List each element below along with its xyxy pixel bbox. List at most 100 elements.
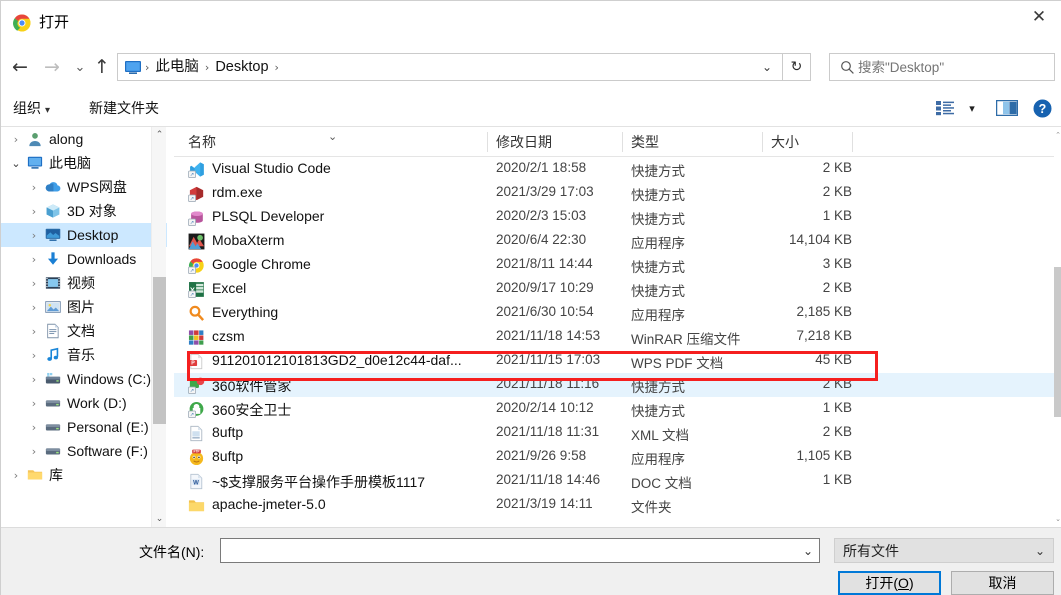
breadcrumb[interactable]: › 此电脑 › Desktop › ⌄ (117, 53, 783, 81)
sidebar-item-desktop[interactable]: ›Desktop (1, 223, 167, 247)
scroll-down-icon[interactable]: ⌄ (152, 511, 167, 527)
scroll-up-icon[interactable]: ⌃ (152, 127, 167, 143)
open-button[interactable]: 打开(O) (838, 571, 941, 595)
file-size-cell: 2 KB (734, 424, 852, 439)
preview-pane-icon[interactable] (995, 97, 1019, 119)
cancel-button[interactable]: 取消 (951, 571, 1054, 595)
drive-icon (43, 443, 63, 459)
sidebar-item-wps[interactable]: ›WPS网盘 (1, 175, 167, 199)
sidebar-item-[interactable]: ›库 (1, 463, 167, 487)
sidebar-item-work-d[interactable]: › Work (D:) (1, 391, 167, 415)
forward-icon[interactable]: → (39, 55, 65, 79)
file-type-filter[interactable]: 所有文件 ⌄ (834, 538, 1054, 563)
sidebar-item-3d[interactable]: ›3D 对象 (1, 199, 167, 223)
file-date-cell: 2021/11/18 14:53 (496, 328, 600, 343)
table-row[interactable]: apache-jmeter-5.02021/3/19 14:11文件夹 (174, 493, 1054, 517)
file-name-cell: Excel (212, 280, 246, 296)
sidebar-item-[interactable]: ›视频 (1, 271, 167, 295)
help-icon[interactable]: ? (1031, 97, 1053, 119)
view-options-icon[interactable] (934, 97, 958, 119)
file-type-cell: 快捷方式 (631, 256, 685, 276)
sidebar-item-[interactable]: ›音乐 (1, 343, 167, 367)
file-name-cell: apache-jmeter-5.0 (212, 496, 326, 512)
file-list-scrollbar[interactable]: ⌃ ⌄ (1054, 127, 1061, 527)
view-dropdown-icon[interactable]: ▾ (963, 97, 981, 119)
chevron-right-icon[interactable]: › (25, 373, 43, 386)
sidebar-item-along[interactable]: › along (1, 127, 167, 151)
sidebar-item-label: Work (D:) (63, 395, 127, 411)
chevron-right-icon[interactable]: › (25, 205, 43, 218)
chevron-right-icon[interactable]: › (25, 445, 43, 458)
sidebar-item-windows-c[interactable]: ›Windows (C:) (1, 367, 167, 391)
column-header-type[interactable]: 类型 (631, 133, 659, 151)
file-scroll-up-icon[interactable]: ⌃ (1054, 129, 1061, 141)
chevron-right-icon[interactable]: › (25, 421, 43, 434)
organize-button[interactable]: 组织▾ (13, 98, 50, 121)
chevron-right-icon[interactable]: › (25, 397, 43, 410)
table-row[interactable]: W~$支撑服务平台操作手册模板11172021/11/18 14:46DOC 文… (174, 469, 1054, 493)
breadcrumb-item-0[interactable]: 此电脑 (150, 58, 204, 76)
table-row[interactable]: ↗Visual Studio Code2020/2/1 18:58快捷方式2 K… (174, 157, 1054, 181)
column-header-size[interactable]: 大小 (771, 133, 799, 151)
sidebar-item-[interactable]: ›文档 (1, 319, 167, 343)
table-row[interactable]: MobaXterm2020/6/4 22:30应用程序14,104 KB (174, 229, 1054, 253)
table-row[interactable]: 8uftp2021/11/18 11:31XML 文档2 KB (174, 421, 1054, 445)
svg-text:↗: ↗ (190, 388, 194, 394)
column-header-date[interactable]: 修改日期 (496, 133, 552, 151)
search-box[interactable] (829, 53, 1055, 81)
table-row[interactable]: ↗rdm.exe2021/3/29 17:03快捷方式2 KB (174, 181, 1054, 205)
filename-input[interactable] (221, 540, 797, 561)
chevron-right-icon[interactable]: › (7, 133, 25, 146)
table-row[interactable]: FTP8uftp2021/9/26 9:58应用程序1,105 KB (174, 445, 1054, 469)
chevron-right-icon[interactable]: › (25, 325, 43, 338)
chevron-right-icon[interactable]: › (25, 277, 43, 290)
table-row[interactable]: czsm2021/11/18 14:53WinRAR 压缩文件7,218 KB (174, 325, 1054, 349)
file-scroll-thumb[interactable] (1054, 267, 1061, 417)
file-list-pane[interactable]: 名称 ⌄ 修改日期 类型 大小 ↗Visual Studio Code2020/… (174, 127, 1054, 527)
file-type-cell: 快捷方式 (631, 160, 685, 180)
chevron-right-icon[interactable]: › (25, 301, 43, 314)
file-name-cell: Google Chrome (212, 256, 311, 272)
file-scroll-down-icon[interactable]: ⌄ (1054, 513, 1061, 525)
sidebar-scroll-thumb[interactable] (153, 277, 166, 424)
document-icon (43, 323, 63, 339)
new-folder-button[interactable]: 新建文件夹 (89, 98, 159, 118)
open-button-label: 打开(O) (865, 573, 913, 593)
chevron-right-icon[interactable]: › (25, 181, 43, 194)
table-row[interactable]: ↗PLSQL Developer2020/2/3 15:03快捷方式1 KB (174, 205, 1054, 229)
sidebar-item-downloads[interactable]: ›Downloads (1, 247, 167, 271)
breadcrumb-item-1[interactable]: Desktop (210, 58, 273, 76)
filename-dropdown-icon[interactable]: ⌄ (797, 539, 819, 562)
download-icon (43, 251, 63, 267)
back-icon[interactable]: ← (7, 55, 33, 79)
chevron-right-icon[interactable]: › (25, 253, 43, 266)
sidebar-item-label: along (45, 131, 83, 147)
breadcrumb-dropdown-icon[interactable]: ⌄ (752, 54, 782, 80)
file-size-cell: 45 KB (734, 352, 852, 367)
chevron-right-icon[interactable]: › (7, 469, 25, 482)
sidebar-item-[interactable]: ›图片 (1, 295, 167, 319)
sidebar-item-personal-e[interactable]: ›Personal (E:) (1, 415, 167, 439)
close-icon[interactable]: ✕ (1016, 1, 1061, 33)
sidebar-item-label: 此电脑 (45, 153, 91, 173)
table-row[interactable]: ↗Google Chrome2021/8/11 14:44快捷方式3 KB (174, 253, 1054, 277)
filename-field[interactable]: ⌄ (220, 538, 820, 563)
file-type-cell: 快捷方式 (631, 184, 685, 204)
search-input[interactable] (858, 60, 1043, 75)
chevron-down-icon[interactable]: ⌄ (7, 157, 25, 170)
table-row[interactable]: Everything2021/6/30 10:54应用程序2,185 KB (174, 301, 1054, 325)
column-header-name[interactable]: 名称 ⌄ (188, 133, 216, 151)
up-icon[interactable]: ↑ (89, 55, 115, 79)
sidebar-item-software-f[interactable]: ›Software (F:) (1, 439, 167, 463)
table-row[interactable]: X↗Excel2020/9/17 10:29快捷方式2 KB (174, 277, 1054, 301)
chevron-right-icon[interactable]: › (25, 229, 43, 242)
table-row[interactable]: ↗360安全卫士2020/2/14 10:12快捷方式1 KB (174, 397, 1054, 421)
navigation-pane[interactable]: › along ⌄ 此电脑›WPS网盘›3D 对象›Desktop›Downloads… (1, 127, 167, 527)
refresh-icon[interactable]: ↻ (783, 53, 811, 81)
pane-splitter[interactable] (167, 127, 174, 527)
table-row[interactable]: ↗360软件管家2021/11/18 11:16快捷方式2 KB (174, 373, 1054, 397)
table-row[interactable]: P911201012101813GD2_d0e12c44-daf...2021/… (174, 349, 1054, 373)
sidebar-item-[interactable]: ⌄ 此电脑 (1, 151, 167, 175)
chevron-right-icon[interactable]: › (25, 349, 43, 362)
sidebar-scrollbar[interactable]: ⌃ ⌄ (151, 127, 166, 527)
